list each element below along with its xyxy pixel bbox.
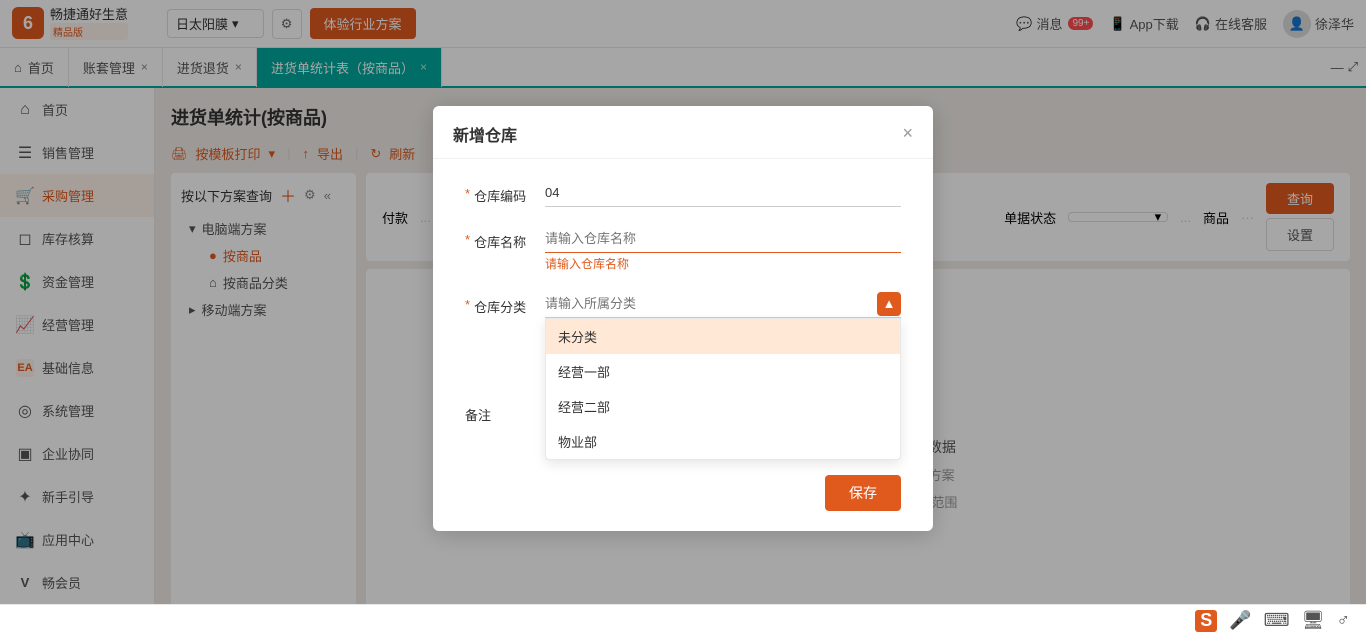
remark-label-text: 备注 (465, 405, 491, 424)
form-label-name: * 仓库名称 (465, 225, 545, 251)
dropdown-item-dept3[interactable]: 物业部 (546, 424, 900, 459)
dialog-body: * 仓库编码 * 仓库名称 请输入仓库名称 (433, 159, 933, 463)
dropdown-item-dept1[interactable]: 经营一部 (546, 354, 900, 389)
category-dropdown: 未分类 经营一部 经营二部 物业部 (545, 318, 901, 460)
form-row-category: * 仓库分类 ▲ 未分类 经营一部 经营二部 物业部 (465, 290, 901, 318)
code-label-text: 仓库编码 (474, 186, 526, 205)
status-bar: S 🎤 ⌨ 🖥 ♂ (0, 604, 1366, 636)
dialog-add-warehouse: 新增仓库 × * 仓库编码 * 仓库名称 (433, 106, 933, 531)
category-label-text: 仓库分类 (474, 297, 526, 316)
category-dropdown-icon[interactable]: ▲ (877, 292, 901, 316)
s-logo-icon: S (1195, 610, 1217, 632)
form-input-category-wrap: ▲ 未分类 经营一部 经营二部 物业部 (545, 290, 901, 318)
user-gender-icon[interactable]: ♂ (1337, 610, 1351, 631)
dialog-title: 新增仓库 (453, 122, 517, 146)
mic-icon[interactable]: 🎤 (1229, 610, 1251, 631)
close-icon[interactable]: × (902, 123, 913, 144)
warehouse-category-input[interactable] (545, 290, 901, 318)
dialog-footer: 保存 (433, 463, 933, 531)
warehouse-name-input[interactable] (545, 225, 901, 253)
form-label-remark: 备注 (465, 398, 545, 424)
required-star-cat: * (465, 297, 470, 312)
form-row-code: * 仓库编码 (465, 179, 901, 207)
form-row-name: * 仓库名称 请输入仓库名称 (465, 225, 901, 272)
required-star-name: * (465, 232, 470, 247)
warehouse-code-input[interactable] (545, 179, 901, 207)
form-label-category: * 仓库分类 (465, 290, 545, 316)
form-input-code-wrap (545, 179, 901, 207)
save-button[interactable]: 保存 (825, 475, 901, 511)
monitor-icon[interactable]: 🖥 (1302, 610, 1325, 631)
name-error-msg: 请输入仓库名称 (545, 255, 901, 272)
name-label-text: 仓库名称 (474, 232, 526, 251)
dropdown-item-unclassified[interactable]: 未分类 (546, 319, 900, 354)
modal-overlay: 新增仓库 × * 仓库编码 * 仓库名称 (0, 0, 1366, 636)
dropdown-item-dept2[interactable]: 经营二部 (546, 389, 900, 424)
dialog-header: 新增仓库 × (433, 106, 933, 159)
keyboard-icon[interactable]: ⌨ (1264, 610, 1290, 631)
form-input-name-wrap: 请输入仓库名称 (545, 225, 901, 272)
required-star: * (465, 186, 470, 201)
form-label-code: * 仓库编码 (465, 179, 545, 205)
